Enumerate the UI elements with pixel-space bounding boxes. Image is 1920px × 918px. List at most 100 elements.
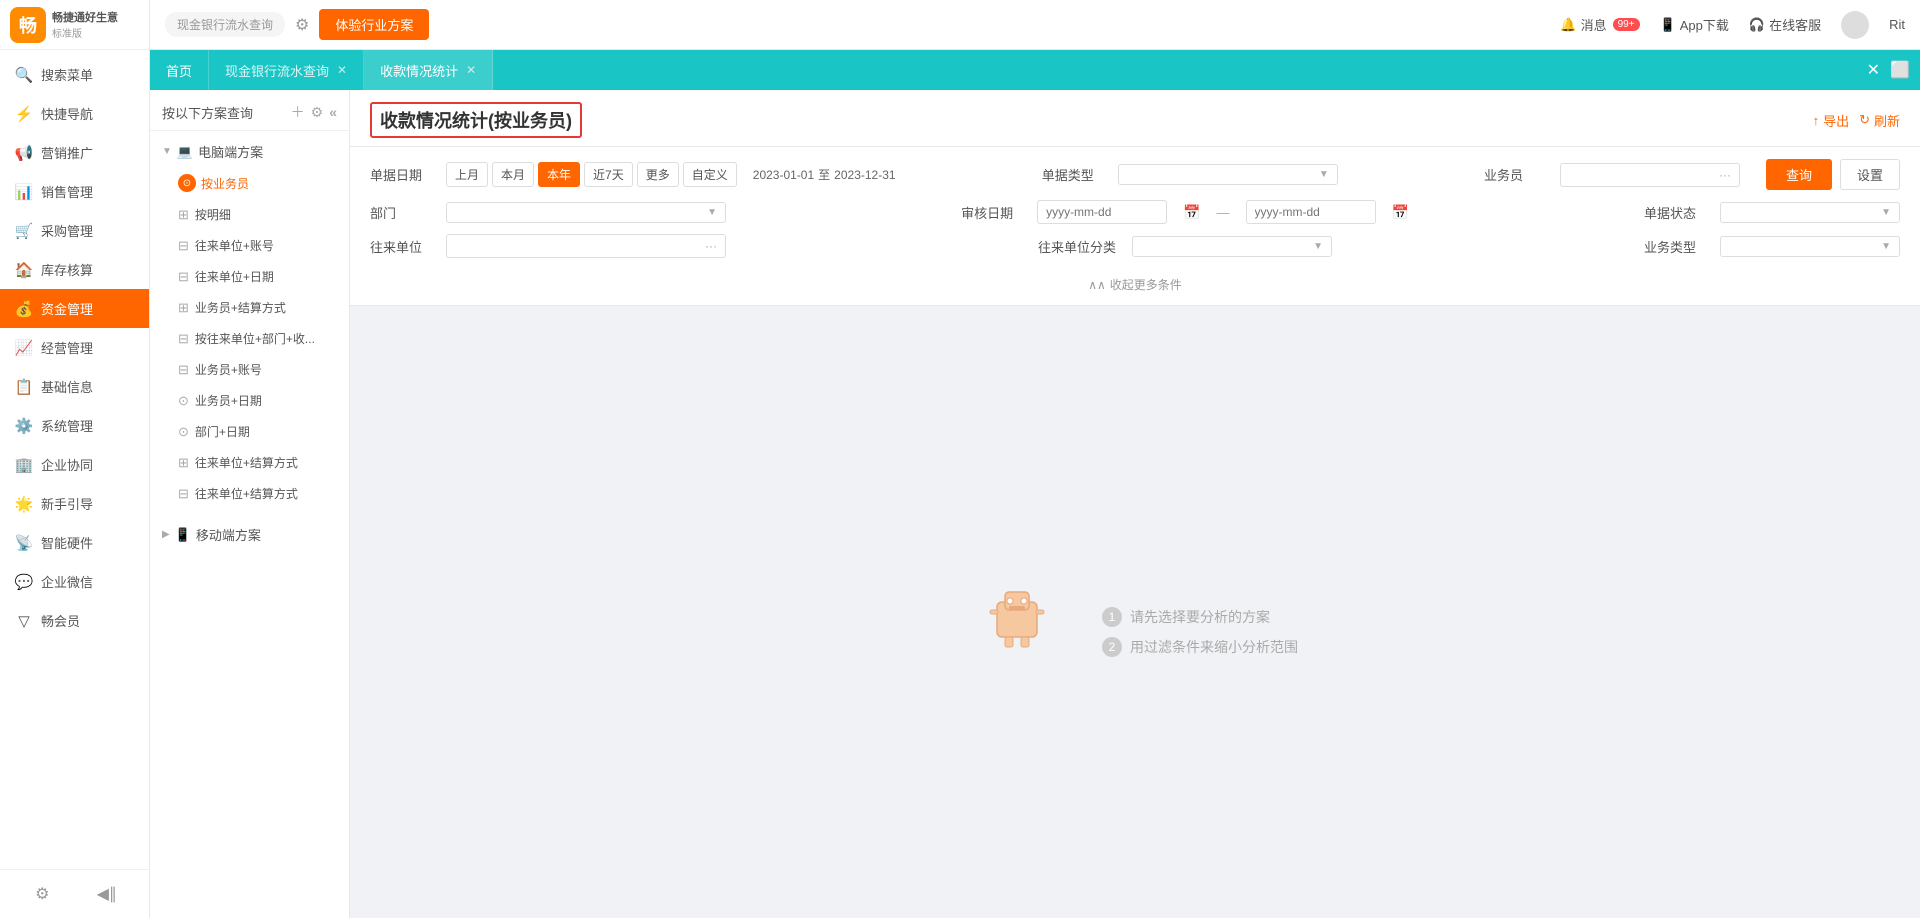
item-by-unit-settlement2[interactable]: ⊟ 往来单位+结算方式 bbox=[150, 478, 349, 509]
header-left: 现金银行流水查询 ⚙ 体验行业方案 bbox=[165, 9, 429, 40]
collapse-bottom-icon[interactable]: ◀∥ bbox=[93, 880, 121, 908]
item-icon: ⊟ bbox=[178, 269, 189, 285]
logo-badge: 标准版 bbox=[52, 25, 118, 40]
app-download-item[interactable]: 📱 App下载 bbox=[1660, 15, 1729, 34]
online-service-item[interactable]: 🎧 在线客服 bbox=[1749, 15, 1821, 34]
more-btn[interactable]: 更多 bbox=[637, 162, 679, 187]
export-label: 导出 bbox=[1823, 111, 1849, 130]
sidebar-item-label: 系统管理 bbox=[41, 416, 93, 435]
custom-btn[interactable]: 自定义 bbox=[683, 162, 737, 187]
refresh-button[interactable]: ↻ 刷新 bbox=[1859, 111, 1900, 130]
this-year-btn[interactable]: 本年 bbox=[538, 162, 580, 187]
item-by-salesperson-settlement[interactable]: ⊞ 业务员+结算方式 bbox=[150, 292, 349, 323]
tab-home[interactable]: 首页 bbox=[150, 50, 209, 90]
item-by-salesperson[interactable]: ⊙ 按业务员 bbox=[150, 167, 349, 199]
review-date-end[interactable] bbox=[1246, 200, 1376, 224]
last-7-btn[interactable]: 近7天 bbox=[584, 162, 633, 187]
sidebar-item-label: 经营管理 bbox=[41, 338, 93, 357]
collapse-label: 收起更多条件 bbox=[1110, 276, 1182, 293]
item-label: 往来单位+账号 bbox=[195, 237, 274, 254]
partner-dots[interactable]: ··· bbox=[705, 239, 717, 253]
desktop-section-title[interactable]: ▼ 💻 电脑端方案 bbox=[150, 136, 349, 167]
dept-select[interactable]: ▼ bbox=[446, 202, 726, 223]
tab-bank[interactable]: 现金银行流水查询 ✕ bbox=[209, 50, 364, 90]
partner-category-arrow: ▼ bbox=[1313, 241, 1323, 252]
query-button[interactable]: 查询 bbox=[1766, 159, 1832, 190]
doc-status-select[interactable]: ▼ bbox=[1720, 202, 1900, 223]
partner-select[interactable]: ··· bbox=[446, 234, 726, 258]
sidebar-item-finance[interactable]: 💰资金管理 bbox=[0, 289, 149, 328]
bank-tab-close-icon[interactable]: ✕ bbox=[337, 63, 347, 77]
sidebar-item-search[interactable]: 🔍搜索菜单 bbox=[0, 55, 149, 94]
sidebar-item-wechat[interactable]: 💬企业微信 bbox=[0, 562, 149, 601]
sidebar-item-basic[interactable]: 📋基础信息 bbox=[0, 367, 149, 406]
sidebar-item-enterprise[interactable]: 🏢企业协同 bbox=[0, 445, 149, 484]
tab-maximize-icon[interactable]: ⬜ bbox=[1890, 60, 1910, 80]
item-by-salesperson-date[interactable]: ⊙ 业务员+日期 bbox=[150, 385, 349, 416]
filter-row-3: 往来单位 ··· 往来单位分类 ▼ 业务类型 ▼ bbox=[370, 234, 1900, 258]
desktop-arrow-icon: ▼ bbox=[162, 146, 172, 157]
tab-receipt[interactable]: 收款情况统计 ✕ bbox=[364, 50, 493, 90]
item-icon: ⊟ bbox=[178, 238, 189, 254]
sidebar-item-hardware[interactable]: 📡智能硬件 bbox=[0, 523, 149, 562]
operations-icon: 📈 bbox=[15, 339, 33, 357]
item-by-detail[interactable]: ⊞ 按明细 bbox=[150, 199, 349, 230]
sidebar-item-inventory[interactable]: 🏠库存核算 bbox=[0, 250, 149, 289]
item-by-unit-account[interactable]: ⊟ 往来单位+账号 bbox=[150, 230, 349, 261]
sidebar-item-member[interactable]: ▽畅会员 bbox=[0, 601, 149, 640]
tab-close-window-icon[interactable]: ✕ bbox=[1867, 60, 1880, 80]
sidebar-item-label: 库存核算 bbox=[41, 260, 93, 279]
doc-type-select[interactable]: ▼ bbox=[1118, 164, 1338, 185]
settings-button[interactable]: 设置 bbox=[1840, 159, 1900, 190]
page-title: 收款情况统计(按业务员) bbox=[370, 102, 582, 138]
export-button[interactable]: ↑ 导出 bbox=[1813, 111, 1850, 130]
calendar-end-icon[interactable]: 📅 bbox=[1392, 204, 1409, 221]
mobile-section-title[interactable]: ▶ 📱 移动端方案 bbox=[150, 519, 349, 550]
sidebar-item-quicknav[interactable]: ⚡快捷导航 bbox=[0, 94, 149, 133]
online-service-label: 在线客服 bbox=[1769, 15, 1821, 34]
review-date-start[interactable] bbox=[1037, 200, 1167, 224]
sidebar-item-marketing[interactable]: 📢营销推广 bbox=[0, 133, 149, 172]
salesperson-select[interactable]: ··· bbox=[1560, 163, 1740, 187]
item-by-unit-dept[interactable]: ⊟ 按往来单位+部门+收... bbox=[150, 323, 349, 354]
sidebar-bottom: ⚙ ◀∥ bbox=[0, 869, 149, 918]
top-header: 现金银行流水查询 ⚙ 体验行业方案 🔔 消息 99+ 📱 App下载 🎧 在线客… bbox=[150, 0, 1920, 50]
panel-collapse-icon[interactable]: « bbox=[329, 104, 337, 120]
sidebar-item-operations[interactable]: 📈 经营管理 bbox=[0, 328, 149, 367]
settings-bottom-icon[interactable]: ⚙ bbox=[28, 880, 56, 908]
calendar-start-icon[interactable]: 📅 bbox=[1183, 204, 1200, 221]
tab-bar-right: ✕ ⬜ bbox=[1857, 50, 1920, 90]
page-header: 收款情况统计(按业务员) ↑ 导出 ↻ 刷新 bbox=[350, 90, 1920, 147]
left-panel: 按以下方案查询 ＋ ⚙ « ▼ 💻 电脑端方案 ⊙ 按业务员 bbox=[150, 90, 350, 918]
biz-type-select[interactable]: ▼ bbox=[1720, 236, 1900, 257]
sidebar-item-guide[interactable]: 🌟新手引导 bbox=[0, 484, 149, 523]
notification-item[interactable]: 🔔 消息 99+ bbox=[1560, 15, 1639, 34]
partner-category-select[interactable]: ▼ bbox=[1132, 236, 1332, 257]
item-by-unit-date[interactable]: ⊟ 往来单位+日期 bbox=[150, 261, 349, 292]
user-name[interactable]: Rit bbox=[1889, 17, 1905, 32]
panel-add-icon[interactable]: ＋ bbox=[291, 102, 305, 122]
tab-bar: 首页 现金银行流水查询 ✕ 收款情况统计 ✕ ✕ ⬜ bbox=[150, 50, 1920, 90]
this-month-btn[interactable]: 本月 bbox=[492, 162, 534, 187]
item-by-unit-settlement1[interactable]: ⊞ 往来单位+结算方式 bbox=[150, 447, 349, 478]
trial-button[interactable]: 体验行业方案 bbox=[319, 9, 429, 40]
wechat-icon: 💬 bbox=[15, 573, 33, 591]
user-avatar[interactable] bbox=[1841, 11, 1869, 39]
export-icon: ↑ bbox=[1813, 113, 1820, 128]
finance-icon: 💰 bbox=[15, 300, 33, 318]
last-month-btn[interactable]: 上月 bbox=[446, 162, 488, 187]
collapse-button[interactable]: ∧∧ 收起更多条件 bbox=[370, 268, 1900, 293]
sidebar-item-purchase[interactable]: 🛒采购管理 bbox=[0, 211, 149, 250]
receipt-tab-close-icon[interactable]: ✕ bbox=[466, 63, 476, 77]
item-by-dept-date[interactable]: ⊙ 部门+日期 bbox=[150, 416, 349, 447]
item-by-salesperson-account[interactable]: ⊟ 业务员+账号 bbox=[150, 354, 349, 385]
doc-status-label: 单据状态 bbox=[1644, 203, 1704, 222]
panel-settings-icon[interactable]: ⚙ bbox=[311, 104, 324, 121]
page-content: 按以下方案查询 ＋ ⚙ « ▼ 💻 电脑端方案 ⊙ 按业务员 bbox=[150, 90, 1920, 918]
salesperson-dots[interactable]: ··· bbox=[1719, 168, 1731, 182]
data-area: 1 请先选择要分析的方案 2 用过滤条件来缩小分析范围 bbox=[350, 306, 1920, 918]
sidebar-nav: 🔍搜索菜单⚡快捷导航📢营销推广📊销售管理🛒采购管理🏠库存核算💰资金管理 📈 经营管理… bbox=[0, 50, 149, 869]
sidebar-item-sales[interactable]: 📊销售管理 bbox=[0, 172, 149, 211]
sidebar-item-system[interactable]: ⚙️系统管理 bbox=[0, 406, 149, 445]
header-gear-icon[interactable]: ⚙ bbox=[295, 15, 309, 35]
